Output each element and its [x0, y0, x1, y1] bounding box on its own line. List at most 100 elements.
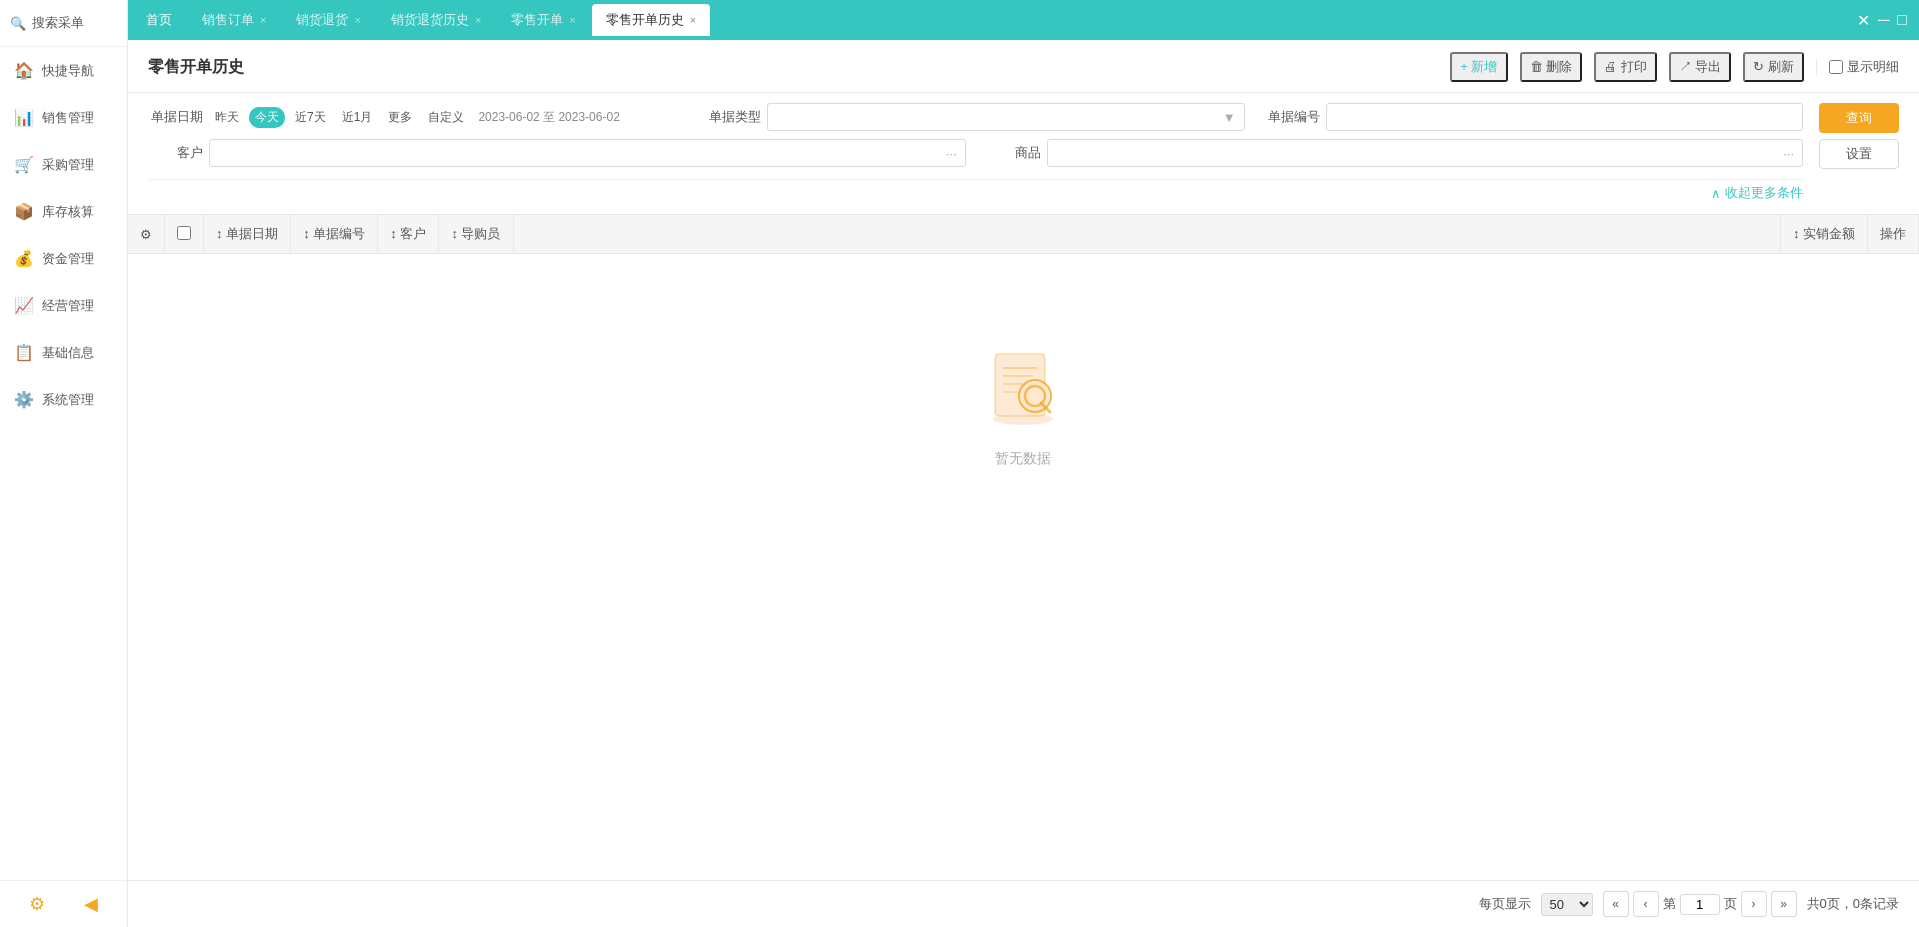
- next-page-btn[interactable]: ›: [1741, 891, 1767, 917]
- filter-settings-button[interactable]: 设置: [1819, 139, 1899, 169]
- th-amount[interactable]: ↕ 实销金额: [1780, 215, 1867, 254]
- show-detail-checkbox[interactable]: [1829, 60, 1843, 74]
- filter-right-buttons: 查询 设置: [1819, 103, 1899, 169]
- tab-sales-return-history-label: 销货退货历史: [391, 11, 469, 29]
- sidebar-item-sales-mgmt[interactable]: 📊销售管理: [0, 94, 127, 141]
- date-btn-custom[interactable]: 自定义: [422, 107, 470, 128]
- window-minimize-icon[interactable]: ─: [1878, 11, 1889, 29]
- sidebar-item-quick-nav[interactable]: 🏠快捷导航: [0, 47, 127, 94]
- doc-type-select[interactable]: ▼: [767, 103, 1244, 131]
- next-page-icon: ›: [1752, 897, 1756, 911]
- th-doc-no[interactable]: ↕ 单据编号: [291, 215, 378, 254]
- first-page-btn[interactable]: «: [1603, 891, 1629, 917]
- date-btn-last7[interactable]: 近7天: [289, 107, 332, 128]
- tab-sales-order[interactable]: 销售订单 ×: [188, 4, 280, 36]
- window-close-icon[interactable]: ✕: [1857, 11, 1870, 30]
- collapse-sidebar-icon[interactable]: ◀: [84, 893, 98, 915]
- select-all-checkbox[interactable]: [177, 226, 191, 240]
- goods-input[interactable]: [1056, 146, 1784, 161]
- date-btn-yesterday[interactable]: 昨天: [209, 107, 245, 128]
- print-button[interactable]: 🖨 打印: [1594, 52, 1657, 82]
- sidebar-label-basic-info: 基础信息: [42, 344, 94, 362]
- page-title: 零售开单历史: [148, 57, 244, 78]
- tab-retail-history-label: 零售开单历史: [606, 11, 684, 29]
- sidebar-label-sales-mgmt: 销售管理: [42, 109, 94, 127]
- data-table: ⚙ ↕ 单据日期 ↕ 单据编号 ↕ 客户 ↕ 导购员: [128, 215, 1919, 548]
- window-expand-icon[interactable]: □: [1897, 11, 1907, 29]
- filter-row-1: 单据日期 昨天 今天 近7天 近1月 更多 自定义 2023-06-02 至 2…: [148, 103, 1803, 131]
- tab-retail-history-close[interactable]: ×: [690, 14, 696, 26]
- tab-sales-order-close[interactable]: ×: [260, 14, 266, 26]
- tab-sales-return-history-close[interactable]: ×: [475, 14, 481, 26]
- query-button[interactable]: 查询: [1819, 103, 1899, 133]
- sidebar-icon-quick-nav: 🏠: [14, 61, 34, 80]
- date-btn-last-month[interactable]: 近1月: [336, 107, 379, 128]
- export-button[interactable]: ↗ 导出: [1669, 52, 1732, 82]
- refresh-button[interactable]: ↻ 刷新: [1743, 52, 1804, 82]
- doc-type-arrow: ▼: [1223, 110, 1236, 125]
- date-filter-group: 单据日期 昨天 今天 近7天 近1月 更多 自定义 2023-06-02 至 2…: [148, 107, 686, 128]
- customer-input[interactable]: [218, 146, 946, 161]
- sidebar-item-basic-info[interactable]: 📋基础信息: [0, 329, 127, 376]
- sidebar-footer: ⚙ ◀: [0, 880, 127, 927]
- sidebar-search[interactable]: 🔍 搜索采单: [0, 0, 127, 47]
- customer-filter-group: 客户 ···: [148, 139, 966, 167]
- sidebar-icon-inventory: 📦: [14, 202, 34, 221]
- total-info: 共0页，0条记录: [1807, 895, 1899, 913]
- sidebar-item-sys-mgmt[interactable]: ⚙️系统管理: [0, 376, 127, 423]
- th-guide[interactable]: ↕ 导购员: [439, 215, 513, 254]
- tab-retail-open[interactable]: 零售开单 ×: [497, 4, 589, 36]
- main-content: 首页 销售订单 × 销货退货 × 销货退货历史 × 零售开单 × 零售开单历史 …: [128, 0, 1919, 927]
- customer-dots[interactable]: ···: [946, 146, 957, 161]
- collapse-icon: ∧: [1711, 186, 1721, 201]
- sidebar-item-operations[interactable]: 📈经营管理: [0, 282, 127, 329]
- doc-no-input[interactable]: [1335, 110, 1794, 125]
- last-page-btn[interactable]: »: [1771, 891, 1797, 917]
- add-button[interactable]: + 新增: [1450, 52, 1507, 82]
- sidebar-item-purchase-mgmt[interactable]: 🛒采购管理: [0, 141, 127, 188]
- doc-no-label: 单据编号: [1265, 108, 1320, 126]
- delete-button[interactable]: 🗑 删除: [1520, 52, 1583, 82]
- show-detail-checkbox-label[interactable]: 显示明细: [1829, 58, 1899, 76]
- th-settings[interactable]: ⚙: [128, 215, 165, 254]
- sidebar-search-label: 搜索采单: [32, 14, 84, 32]
- sidebar-label-operations: 经营管理: [42, 297, 94, 315]
- empty-state: 暂无数据: [128, 254, 1919, 548]
- sidebar-item-inventory[interactable]: 📦库存核算: [0, 188, 127, 235]
- per-page-select[interactable]: 10 20 50 100: [1541, 893, 1593, 916]
- th-doc-no-label: ↕ 单据编号: [303, 226, 365, 241]
- date-btn-more[interactable]: 更多: [382, 107, 418, 128]
- th-amount-label: ↕ 实销金额: [1793, 226, 1855, 241]
- date-btn-today[interactable]: 今天: [249, 107, 285, 128]
- sidebar-icon-purchase-mgmt: 🛒: [14, 155, 34, 174]
- tab-sales-return[interactable]: 销货退货 ×: [282, 4, 374, 36]
- collapse-btn[interactable]: ∧ 收起更多条件: [1711, 184, 1803, 202]
- per-page-label: 每页显示: [1479, 895, 1531, 913]
- page-header: 零售开单历史 + 新增 🗑 删除 🖨 打印 ↗ 导出 ↻ 刷新 显示明细: [128, 40, 1919, 93]
- page-number-input[interactable]: [1680, 894, 1720, 915]
- sidebar-menu: 🏠快捷导航📊销售管理🛒采购管理📦库存核算💰资金管理📈经营管理📋基础信息⚙️系统管…: [0, 47, 127, 880]
- th-customer[interactable]: ↕ 客户: [378, 215, 439, 254]
- empty-row: 暂无数据: [128, 254, 1919, 549]
- tab-home[interactable]: 首页: [132, 4, 186, 36]
- customer-input-wrap: ···: [209, 139, 966, 167]
- th-date[interactable]: ↕ 单据日期: [204, 215, 291, 254]
- sidebar-item-finance[interactable]: 💰资金管理: [0, 235, 127, 282]
- empty-text: 暂无数据: [995, 450, 1051, 468]
- table-body: 暂无数据: [128, 254, 1919, 549]
- page-word: 第: [1663, 895, 1676, 913]
- th-check[interactable]: [165, 215, 204, 254]
- tab-retail-open-close[interactable]: ×: [569, 14, 575, 26]
- settings-icon[interactable]: ⚙: [29, 893, 45, 915]
- settings-icon[interactable]: ⚙: [140, 227, 152, 242]
- tab-sales-return-history[interactable]: 销货退货历史 ×: [377, 4, 495, 36]
- tab-sales-return-label: 销货退货: [296, 11, 348, 29]
- th-guide-label: ↕ 导购员: [451, 226, 500, 241]
- prev-page-btn[interactable]: ‹: [1633, 891, 1659, 917]
- tab-retail-history[interactable]: 零售开单历史 ×: [592, 4, 710, 36]
- tab-sales-return-close[interactable]: ×: [354, 14, 360, 26]
- tab-sales-order-label: 销售订单: [202, 11, 254, 29]
- empty-illustration: [973, 334, 1073, 434]
- tabs-bar: 首页 销售订单 × 销货退货 × 销货退货历史 × 零售开单 × 零售开单历史 …: [128, 0, 1919, 40]
- goods-dots[interactable]: ···: [1783, 146, 1794, 161]
